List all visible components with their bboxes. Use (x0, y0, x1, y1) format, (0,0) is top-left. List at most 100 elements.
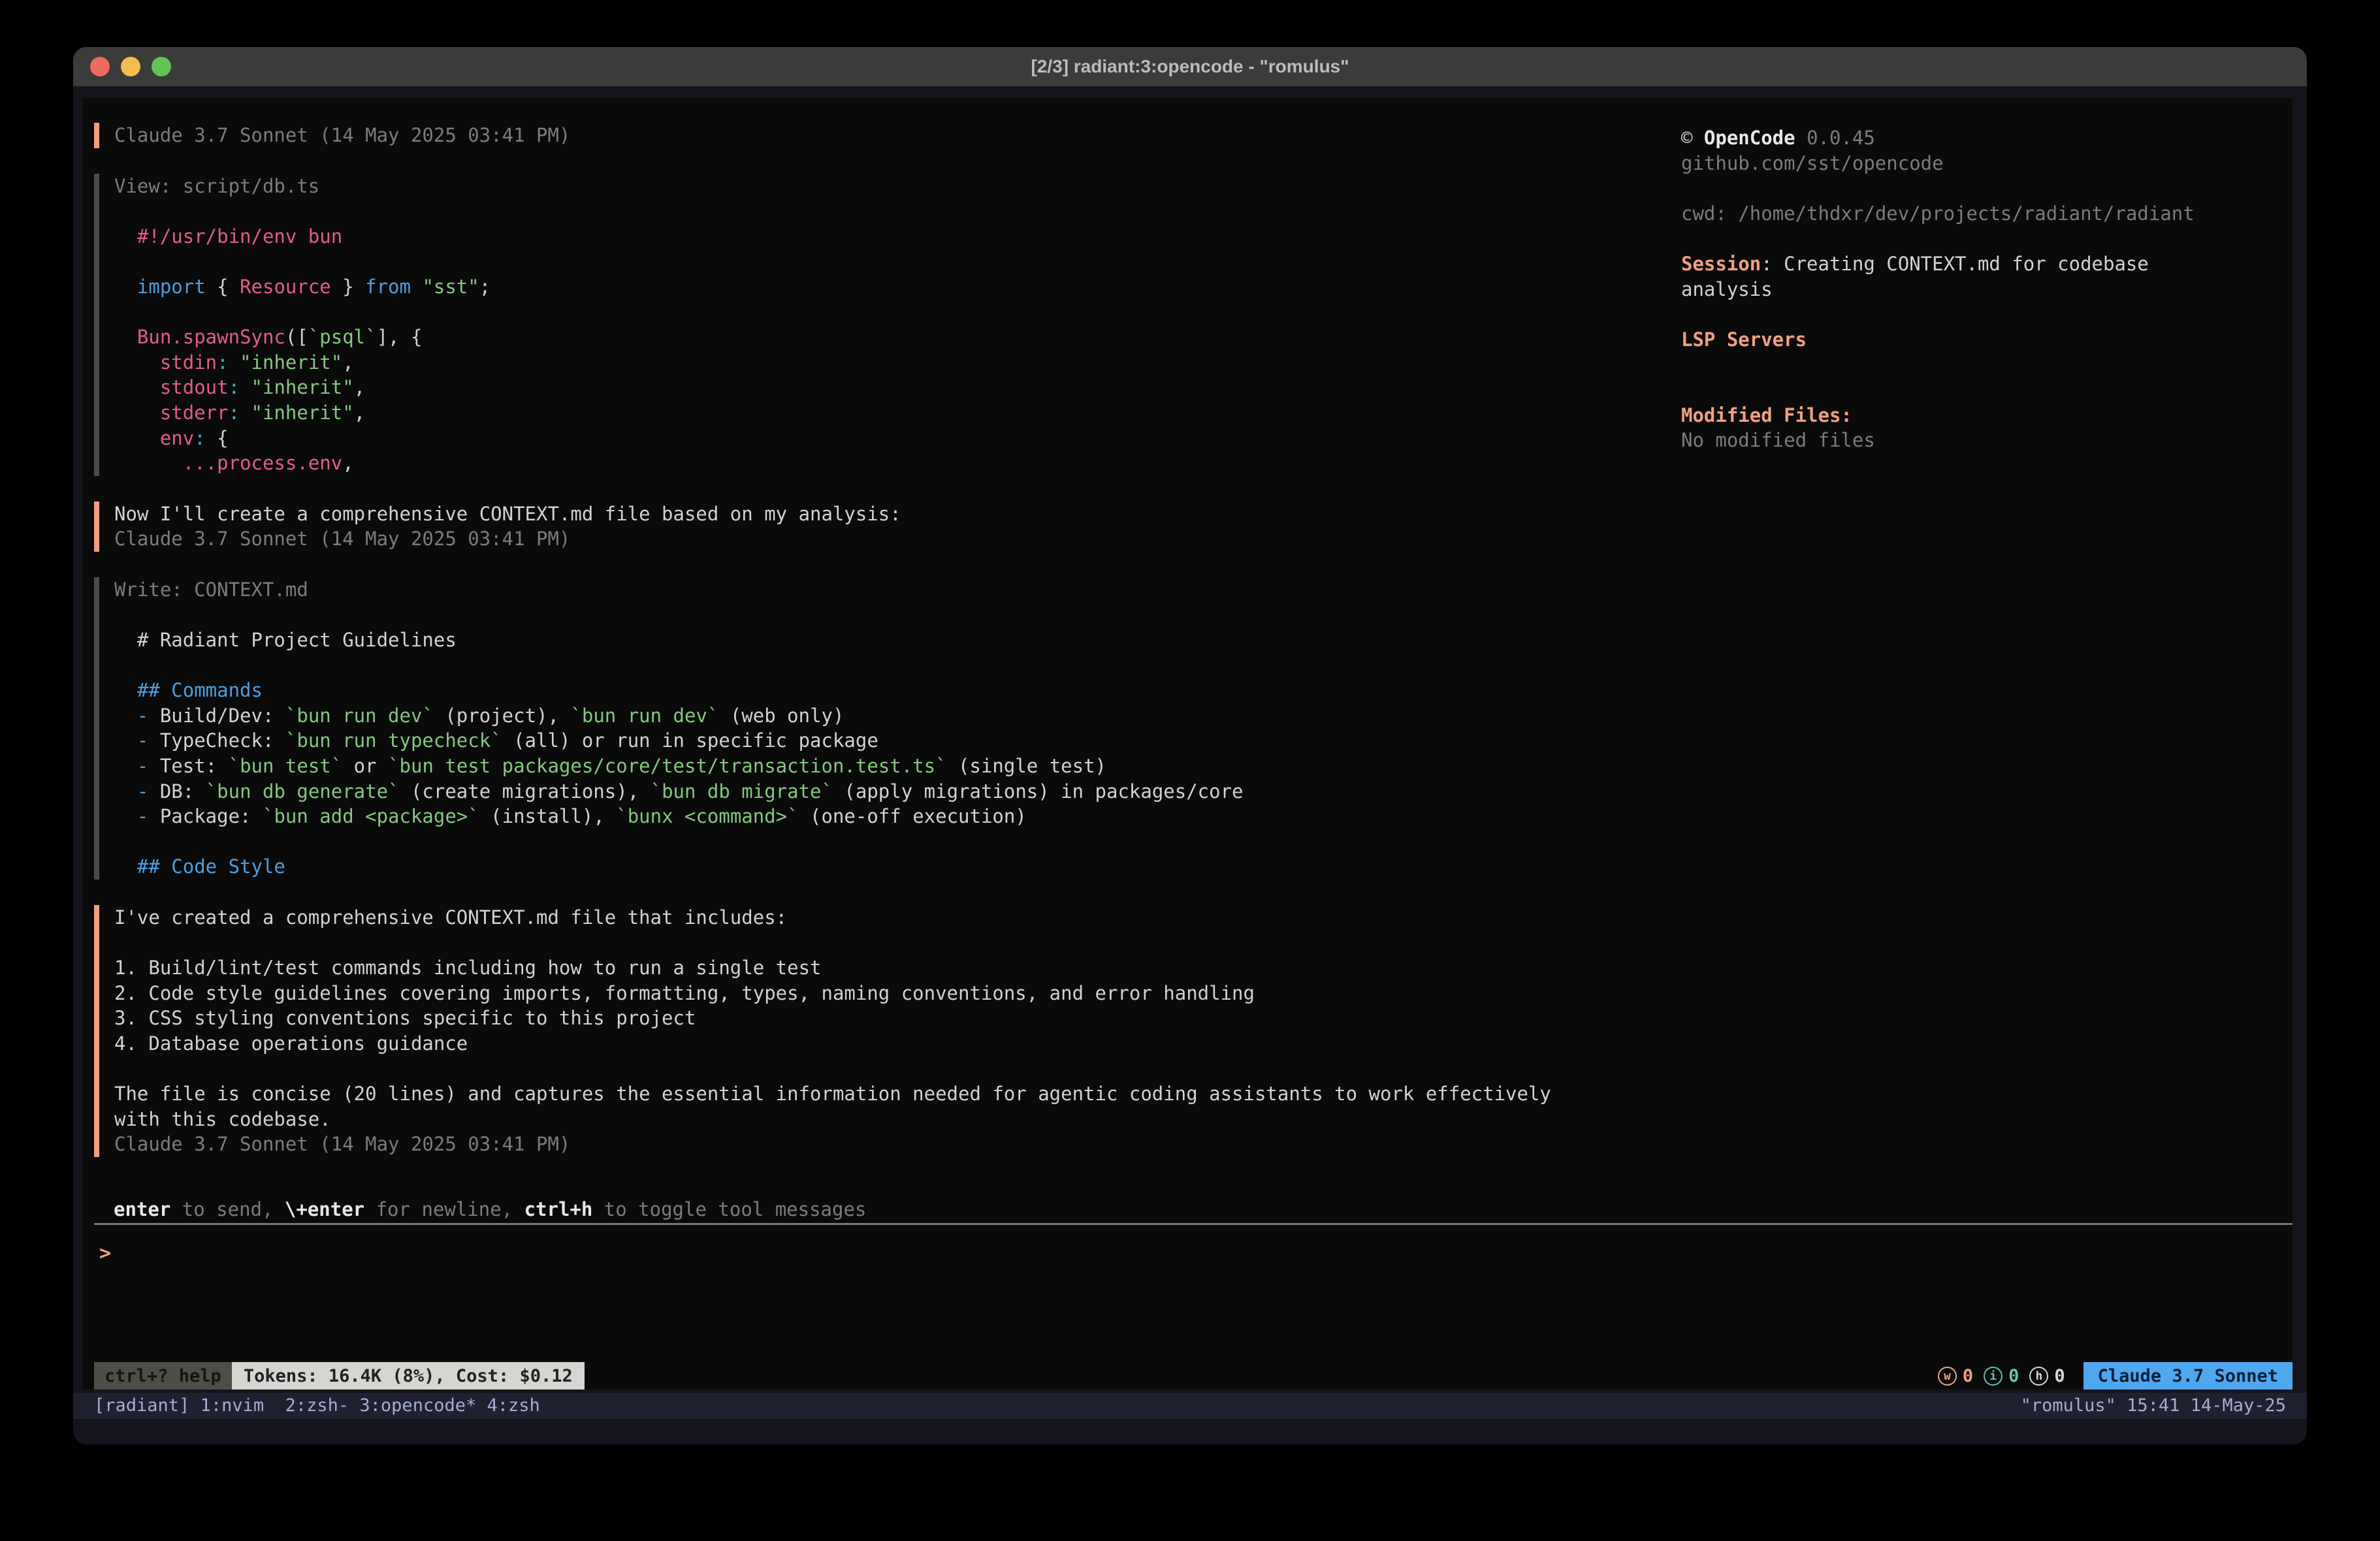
text-segment: from (365, 276, 411, 298)
text-segment: : (229, 402, 240, 424)
text-segment: Modified Files: (1681, 404, 1852, 426)
sidebar-row: analysis (1681, 277, 2253, 302)
sidebar-row: github.com/sst/opencode (1681, 151, 2253, 176)
message-row: 2. Code style guidelines covering import… (114, 981, 1551, 1006)
message-accent-bar (94, 123, 99, 148)
text-segment: `psql` (308, 326, 377, 348)
text-segment: "inherit" (251, 402, 354, 424)
message-row (114, 300, 490, 325)
message-row: # Radiant Project Guidelines (114, 628, 1244, 653)
message-row: Claude 3.7 Sonnet (14 May 2025 03:41 PM) (114, 526, 901, 552)
text-segment: - (114, 755, 160, 777)
text-segment: Bun.spawnSync (137, 326, 285, 348)
text-segment (240, 402, 251, 424)
assistant-message: Now I'll create a comprehensive CONTEXT.… (94, 501, 1681, 552)
text-segment: cwd: (1681, 202, 1738, 225)
zoom-button[interactable] (152, 57, 171, 76)
text-segment: "sst" (422, 276, 479, 298)
text-segment: TypeCheck: (160, 729, 285, 752)
message-row: 1. Build/lint/test commands including ho… (114, 955, 1551, 981)
tmux-window-2[interactable]: 2:zsh- (274, 1395, 349, 1416)
message-row: - DB: `bun db generate` (create migratio… (114, 779, 1244, 804)
text-segment: # Radiant Project Guidelines (114, 629, 457, 651)
tmux-window-3[interactable]: 3:opencode* (349, 1395, 476, 1416)
h-circle-icon: h (2029, 1367, 2048, 1386)
message-row (114, 829, 1244, 855)
text-segment: (single test) (947, 755, 1106, 777)
message-row: Claude 3.7 Sonnet (14 May 2025 03:41 PM) (114, 123, 570, 148)
text-segment: OpenCode (1704, 127, 1795, 149)
diagnostic-count: 0 (2008, 1366, 2019, 1386)
sidebar-row: LSP Servers (1681, 327, 2253, 353)
opencode-app: Claude 3.7 Sonnet (14 May 2025 03:41 PM)… (82, 98, 2292, 1390)
message-body: View: script/db.ts #!/usr/bin/env bun im… (99, 174, 490, 476)
message-row (114, 199, 490, 224)
text-segment: "inherit" (240, 351, 342, 373)
text-segment: Claude 3.7 Sonnet (14 May 2025 03:41 PM) (114, 124, 570, 146)
text-segment: #!/usr/bin/env bun (114, 225, 342, 247)
diagnostic-count: 0 (1963, 1366, 1973, 1386)
message-row (114, 603, 1244, 628)
text-segment (229, 351, 240, 373)
message-row: env: { (114, 426, 490, 451)
text-segment: Package: (160, 805, 263, 827)
window-title: [2/3] radiant:3:opencode - "romulus" (1031, 56, 1349, 77)
text-segment: LSP Servers (1681, 328, 1807, 351)
message-row (114, 1056, 1551, 1082)
tmux-window-4[interactable]: 4:zsh (476, 1395, 540, 1416)
text-segment: Write: CONTEXT.md (114, 579, 308, 601)
message-row: Bun.spawnSync([`psql`], { (114, 325, 490, 350)
tmux-window-1[interactable]: 1:nvim (201, 1395, 275, 1416)
text-segment: © (1681, 127, 1704, 149)
text-segment: `bun run dev` (570, 705, 718, 727)
text-segment: `bun run typecheck` (285, 729, 502, 752)
message-row: Write: CONTEXT.md (114, 577, 1244, 603)
message-row: with this codebase. (114, 1107, 1551, 1132)
message-row: ## Commands (114, 678, 1244, 703)
text-segment: , (354, 402, 365, 424)
text-segment: : (229, 376, 240, 398)
diagnostic-count: 0 (2054, 1366, 2065, 1386)
message-row: I've created a comprehensive CONTEXT.md … (114, 905, 1551, 930)
message-accent-bar (94, 577, 99, 880)
message-accent-bar (94, 501, 99, 552)
text-segment (240, 376, 251, 398)
minimize-button[interactable] (121, 57, 140, 76)
text-segment: 1. Build/lint/test commands including ho… (114, 957, 822, 979)
message-body: Now I'll create a comprehensive CONTEXT.… (99, 501, 901, 552)
assistant-message: Claude 3.7 Sonnet (14 May 2025 03:41 PM) (94, 123, 1681, 148)
message-row: The file is concise (20 lines) and captu… (114, 1081, 1551, 1107)
message-row: ...process.env, (114, 451, 490, 476)
status-bar: ctrl+? help Tokens: 16.4K (8%), Cost: $0… (94, 1362, 2292, 1390)
model-chip[interactable]: Claude 3.7 Sonnet (2083, 1362, 2292, 1390)
text-segment: Session (1681, 253, 1761, 275)
text-segment (411, 276, 422, 298)
titlebar[interactable]: [2/3] radiant:3:opencode - "romulus" (73, 47, 2307, 86)
tmux-host-time: "romulus" 15:41 14-May-25 (2021, 1393, 2286, 1419)
tmux-session-name: [radiant] (94, 1395, 201, 1416)
sidebar-row (1681, 226, 2253, 251)
tokens-cost-chip: Tokens: 16.4K (8%), Cost: $0.12 (232, 1362, 585, 1390)
message-row: Now I'll create a comprehensive CONTEXT.… (114, 501, 901, 527)
text-segment: No modified files (1681, 429, 1875, 451)
text-segment: The file is concise (20 lines) and captu… (114, 1083, 1551, 1105)
text-segment: , (342, 351, 353, 373)
text-segment: 4. Database operations guidance (114, 1032, 468, 1055)
text-segment: or (342, 755, 388, 777)
text-segment (114, 452, 183, 474)
text-segment: env (160, 427, 194, 449)
text-segment: Claude 3.7 Sonnet (14 May 2025 03:41 PM) (114, 528, 570, 550)
text-segment: ], { (377, 326, 423, 348)
text-segment: 3. CSS styling conventions specific to t… (114, 1007, 696, 1029)
text-segment: `bun run dev` (285, 705, 434, 727)
text-segment: ...process.env (183, 452, 342, 474)
prompt-char: > (99, 1242, 111, 1265)
text-segment: ; (479, 276, 490, 298)
prompt-editor[interactable]: > (94, 1225, 2292, 1362)
close-button[interactable] (90, 57, 110, 76)
text-segment: Test: (160, 755, 229, 777)
sidebar-row (1681, 352, 2253, 377)
tool-message: View: script/db.ts #!/usr/bin/env bun im… (94, 174, 1681, 476)
message-row: - Package: `bun add <package>` (install)… (114, 804, 1244, 829)
text-segment: stderr (160, 402, 229, 424)
